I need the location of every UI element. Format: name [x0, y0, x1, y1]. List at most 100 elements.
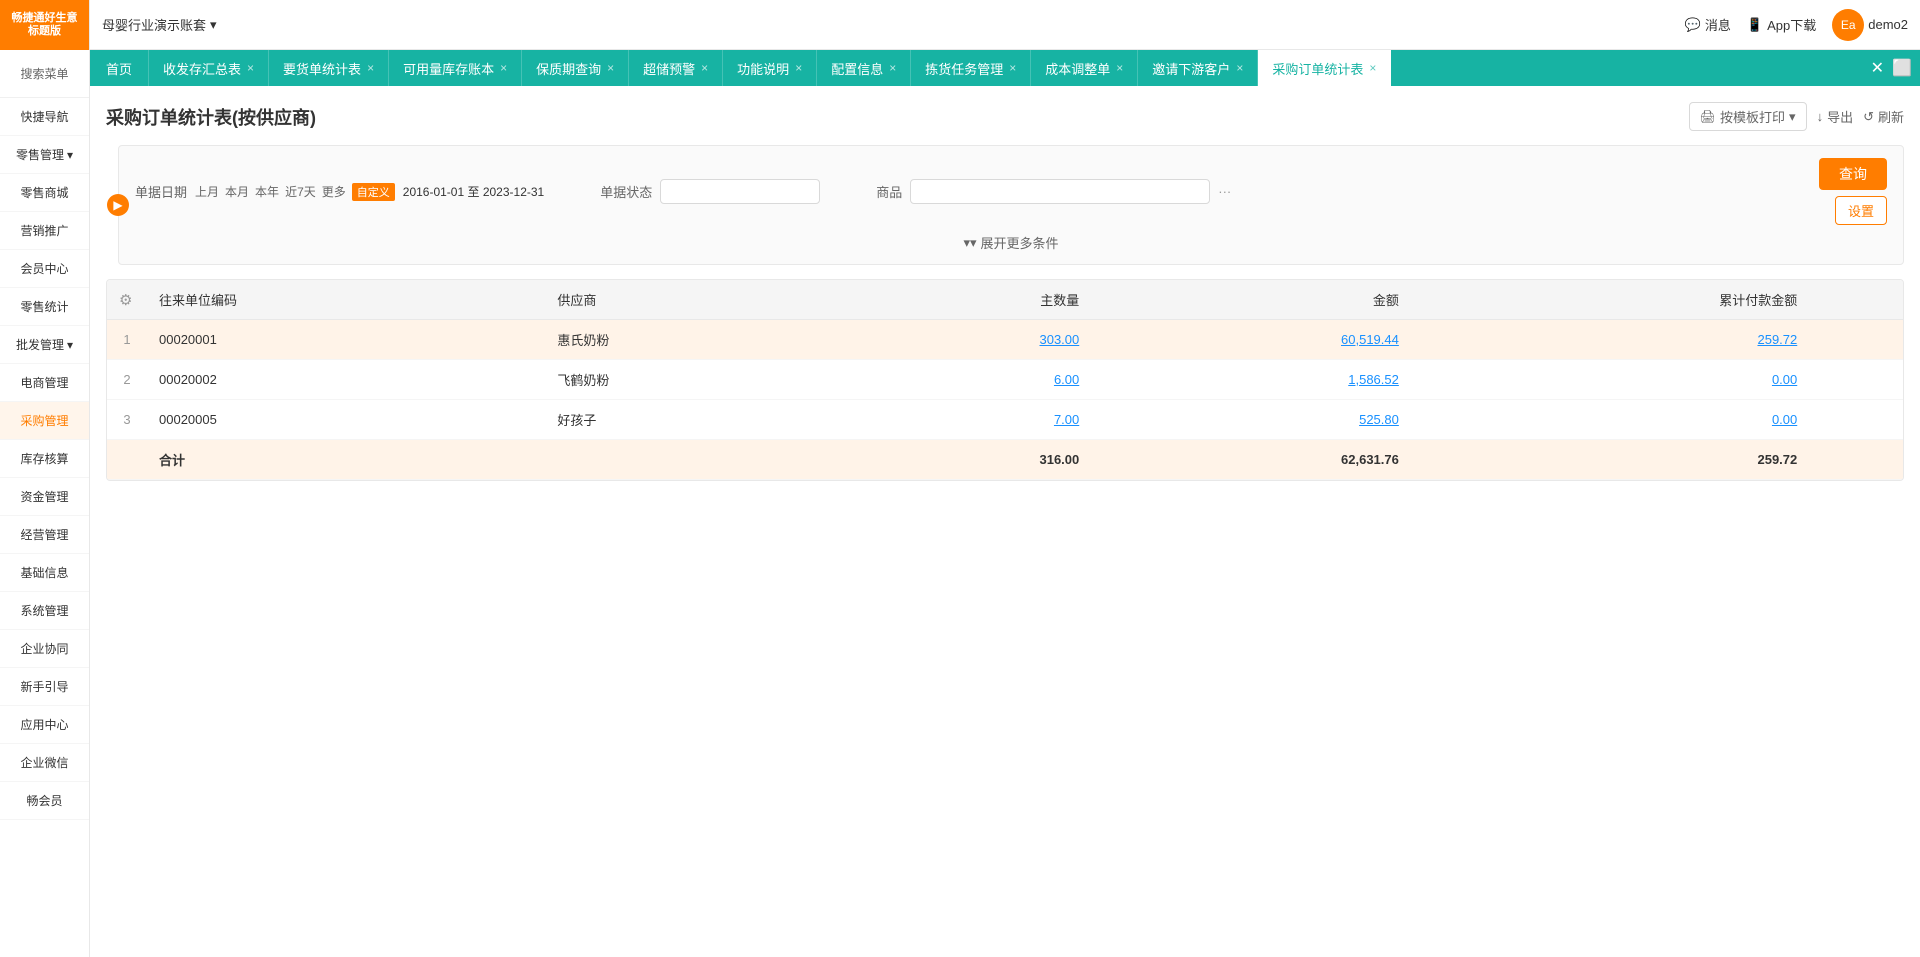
table-footer-row: 合计 316.00 62,631.76 259.72 — [107, 440, 1903, 480]
tab-close-function_desc[interactable]: × — [795, 61, 802, 75]
row-paid-amount-1[interactable]: 0.00 — [1411, 360, 1809, 400]
sidebar-item-marketing[interactable]: 营销推广 — [0, 212, 89, 250]
row-extra-2 — [1809, 400, 1903, 440]
tab-function_desc[interactable]: 功能说明× — [723, 50, 817, 86]
row-paid-amount-2[interactable]: 0.00 — [1411, 400, 1809, 440]
goods-input[interactable] — [910, 179, 1210, 204]
paid-amount-header: 累计付款金额 — [1411, 280, 1809, 320]
tab-invite_downstream[interactable]: 邀请下游客户 × — [1138, 50, 1258, 86]
sidebar-item-finance[interactable]: 资金管理 — [0, 478, 89, 516]
row-amount-0[interactable]: 60,519.44 — [1091, 320, 1411, 360]
footer-paid-amount: 259.72 — [1411, 440, 1809, 480]
tab-close-invite_downstream[interactable]: × — [1236, 61, 1243, 75]
filter-collapse-button[interactable]: ▶ — [107, 194, 129, 216]
sidebar-item-newguide[interactable]: 新手引导 — [0, 668, 89, 706]
tab-config_info[interactable]: 配置信息× — [817, 50, 911, 86]
sidebar-item-appcenter[interactable]: 应用中心 — [0, 706, 89, 744]
tab-close-cost_adjust[interactable]: × — [1116, 61, 1123, 75]
header-actions: 🖨 按模板打印 ▾ ↓ 导出 ↺ 刷新 — [1689, 102, 1905, 131]
filter-row: 单据日期 上月 本月 本年 近7天 更多 自定义 2016-01-01 至 20… — [135, 158, 1887, 225]
footer-label: 合计 — [147, 440, 545, 480]
footer-empty2 — [545, 440, 842, 480]
sidebar-item-purchase[interactable]: 采购管理 — [0, 402, 89, 440]
sidebar: 畅捷通好生意 标题版 搜索菜单 快捷导航 零售管理▾零售商城营销推广会员中心零售… — [0, 0, 90, 957]
status-filter-label: 单据状态 — [600, 182, 652, 201]
top-bar-left: 母婴行业演示账套 ▾ — [102, 15, 1675, 34]
tab-close-overstock_warning[interactable]: × — [701, 61, 708, 75]
tab-expiry_query[interactable]: 保质期查询× — [522, 50, 629, 86]
search-menu-item[interactable]: 搜索菜单 — [8, 60, 81, 87]
tab-receive_summary[interactable]: 收发存汇总表× — [149, 50, 269, 86]
settings-button[interactable]: 设置 — [1835, 196, 1887, 225]
shortcut-more[interactable]: 更多 — [322, 183, 346, 200]
shortcut-this-year[interactable]: 本年 — [255, 183, 279, 200]
row-extra-1 — [1809, 360, 1903, 400]
tab-close-order_summary[interactable]: × — [367, 61, 374, 75]
shortcut-7days[interactable]: 近7天 — [285, 183, 316, 200]
status-select[interactable] — [660, 179, 820, 204]
tab-close-all-button[interactable]: ✕ — [1871, 58, 1884, 78]
workspace-selector[interactable]: 母婴行业演示账套 ▾ — [102, 15, 217, 34]
table-settings-icon[interactable]: ⚙ — [119, 292, 132, 309]
status-filter: 单据状态 — [600, 179, 820, 204]
tab-maximize-button[interactable]: ⬜ — [1892, 58, 1912, 78]
tab-picking_task[interactable]: 拣货任务管理 × — [911, 50, 1031, 86]
sidebar-item-retail[interactable]: 零售管理▾ — [0, 136, 89, 174]
workspace-name: 母婴行业演示账套 — [102, 15, 206, 34]
tab-close-expiry_query[interactable]: × — [607, 61, 614, 75]
tab-overstock_warning[interactable]: 超储预警× — [629, 50, 723, 86]
sidebar-item-shortcut[interactable]: 快捷导航 — [0, 98, 89, 136]
sidebar-item-basic_info[interactable]: 基础信息 — [0, 554, 89, 592]
row-main-qty-1[interactable]: 6.00 — [842, 360, 1091, 400]
goods-filter: 商品 ··· — [876, 179, 1231, 204]
shortcut-last-month[interactable]: 上月 — [195, 183, 219, 200]
tab-home[interactable]: 首页 — [90, 50, 149, 86]
sidebar-item-member[interactable]: 会员中心 — [0, 250, 89, 288]
avatar: Ea — [1832, 9, 1864, 41]
tab-purchase_summary[interactable]: 采购订单统计表× — [1258, 50, 1391, 86]
refresh-label: 刷新 — [1878, 107, 1904, 126]
data-table: ⚙ 往来单位编码 供应商 主数量 金额 累计付款金额 100020001惠氏奶粉… — [107, 280, 1903, 480]
shortcut-this-month[interactable]: 本月 — [225, 183, 249, 200]
goods-more-icon[interactable]: ··· — [1218, 184, 1231, 199]
row-amount-2[interactable]: 525.80 — [1091, 400, 1411, 440]
expand-more-button[interactable]: ▾▾ 展开更多条件 — [963, 233, 1058, 252]
sidebar-item-inventory[interactable]: 库存核算 — [0, 440, 89, 478]
sidebar-item-wholesale[interactable]: 批发管理▾ — [0, 326, 89, 364]
sidebar-item-wechat[interactable]: 企业微信 — [0, 744, 89, 782]
row-main-qty-0[interactable]: 303.00 — [842, 320, 1091, 360]
sidebar-item-system[interactable]: 系统管理 — [0, 592, 89, 630]
table-row: 300020005好孩子7.00525.800.00 — [107, 400, 1903, 440]
tab-close-available_stock[interactable]: × — [500, 61, 507, 75]
tab-close-receive_summary[interactable]: × — [247, 61, 254, 75]
sidebar-item-retail_mall[interactable]: 零售商城 — [0, 174, 89, 212]
app-download-button[interactable]: 📱 App下载 — [1747, 15, 1816, 34]
tab-close-picking_task[interactable]: × — [1009, 61, 1016, 75]
row-amount-1[interactable]: 1,586.52 — [1091, 360, 1411, 400]
tab-close-purchase_summary[interactable]: × — [1369, 61, 1376, 75]
tab-close-config_info[interactable]: × — [889, 61, 896, 75]
row-main-qty-2[interactable]: 7.00 — [842, 400, 1091, 440]
user-profile[interactable]: Ea demo2 — [1832, 9, 1908, 41]
tab-label-invite_downstream: 邀请下游客户 — [1152, 59, 1230, 78]
page-title: 采购订单统计表(按供应商) — [106, 104, 316, 130]
row-paid-amount-0[interactable]: 259.72 — [1411, 320, 1809, 360]
tab-cost_adjust[interactable]: 成本调整单× — [1031, 50, 1138, 86]
tab-order_summary[interactable]: 要货单统计表× — [269, 50, 389, 86]
sidebar-item-operations[interactable]: 经营管理 — [0, 516, 89, 554]
sidebar-item-vip[interactable]: 畅会员 — [0, 782, 89, 820]
refresh-button[interactable]: ↺ 刷新 — [1863, 107, 1904, 126]
top-bar-right: 💬 消息 📱 App下载 Ea demo2 — [1685, 9, 1908, 41]
export-button[interactable]: ↓ 导出 — [1817, 107, 1854, 126]
tab-available_stock[interactable]: 可用量库存账本× — [389, 50, 522, 86]
row-supplier-1: 飞鹤奶粉 — [545, 360, 842, 400]
expand-label: 展开更多条件 — [981, 233, 1059, 252]
download-icon: 📱 — [1747, 17, 1763, 33]
sidebar-item-enterprise[interactable]: 企业协同 — [0, 630, 89, 668]
sidebar-item-retail_stat[interactable]: 零售统计 — [0, 288, 89, 326]
tab-label-picking_task: 拣货任务管理 — [925, 59, 1003, 78]
message-button[interactable]: 💬 消息 — [1685, 15, 1731, 34]
query-button[interactable]: 查询 — [1819, 158, 1887, 190]
print-button[interactable]: 🖨 按模板打印 ▾ — [1689, 102, 1807, 131]
sidebar-item-ecommerce[interactable]: 电商管理 — [0, 364, 89, 402]
